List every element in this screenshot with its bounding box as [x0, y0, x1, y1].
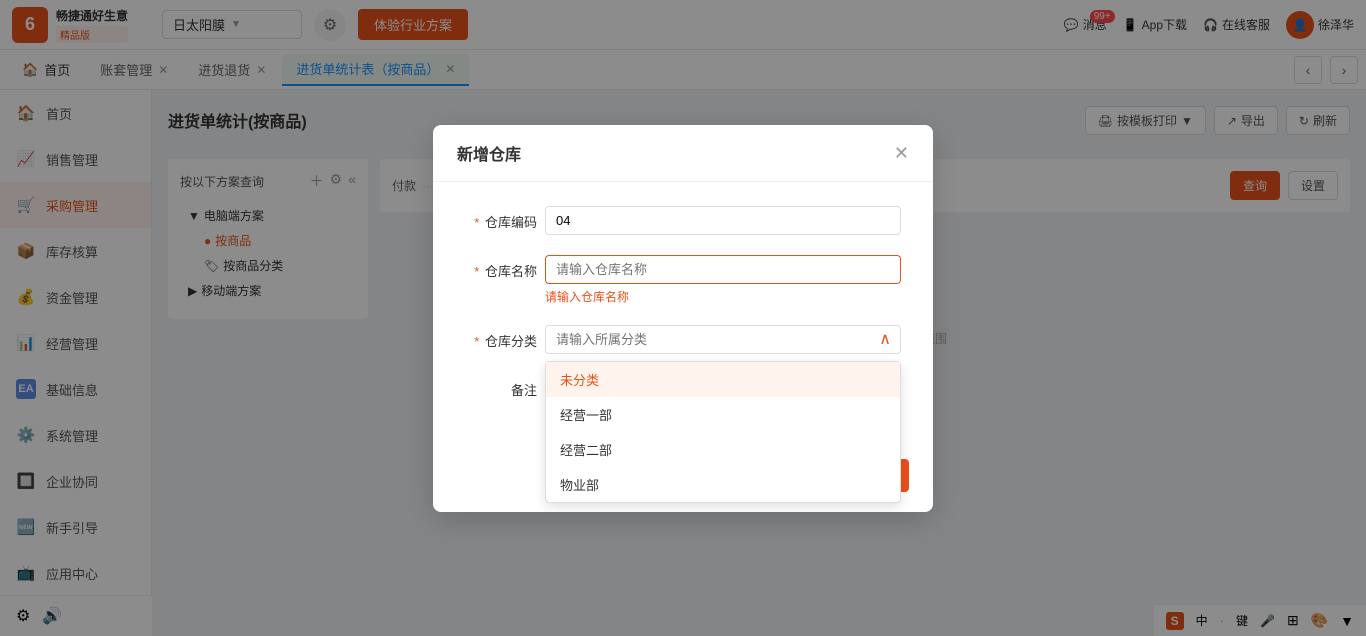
dropdown-item-property[interactable]: 物业部 — [546, 467, 900, 502]
code-input[interactable] — [545, 206, 901, 235]
category-control: ∧ 未分类 经营一部 经营二部 — [545, 325, 901, 354]
form-item-category: * 仓库分类 ∧ 未分类 经营一部 — [465, 325, 901, 354]
category-dropdown: 未分类 经营一部 经营二部 物业部 — [545, 361, 901, 503]
name-input[interactable] — [545, 255, 901, 284]
notes-label: 备注 — [465, 374, 545, 399]
dropdown-item-dept2[interactable]: 经营二部 — [546, 432, 900, 467]
dialog-header: 新增仓库 ✕ — [433, 125, 933, 182]
dialog-body: * 仓库编码 * 仓库名称 请输入仓库名称 — [433, 182, 933, 447]
category-input[interactable] — [545, 325, 901, 354]
form-item-code: * 仓库编码 — [465, 206, 901, 235]
dialog-close-button[interactable]: ✕ — [894, 144, 909, 162]
name-error-message: 请输入仓库名称 — [545, 288, 901, 305]
dropdown-item-uncategorized[interactable]: 未分类 — [546, 362, 900, 397]
name-control: 请输入仓库名称 — [545, 255, 901, 305]
code-control — [545, 206, 901, 235]
category-select-wrapper: ∧ 未分类 经营一部 经营二部 — [545, 325, 901, 354]
add-warehouse-dialog: 新增仓库 ✕ * 仓库编码 * 仓库名称 — [433, 125, 933, 512]
code-label: * 仓库编码 — [465, 206, 545, 231]
dialog-title: 新增仓库 — [457, 141, 521, 165]
category-label: * 仓库分类 — [465, 325, 545, 350]
dropdown-item-dept1[interactable]: 经营一部 — [546, 397, 900, 432]
form-item-name: * 仓库名称 请输入仓库名称 — [465, 255, 901, 305]
modal-overlay[interactable]: 新增仓库 ✕ * 仓库编码 * 仓库名称 — [0, 0, 1366, 636]
name-label: * 仓库名称 — [465, 255, 545, 280]
